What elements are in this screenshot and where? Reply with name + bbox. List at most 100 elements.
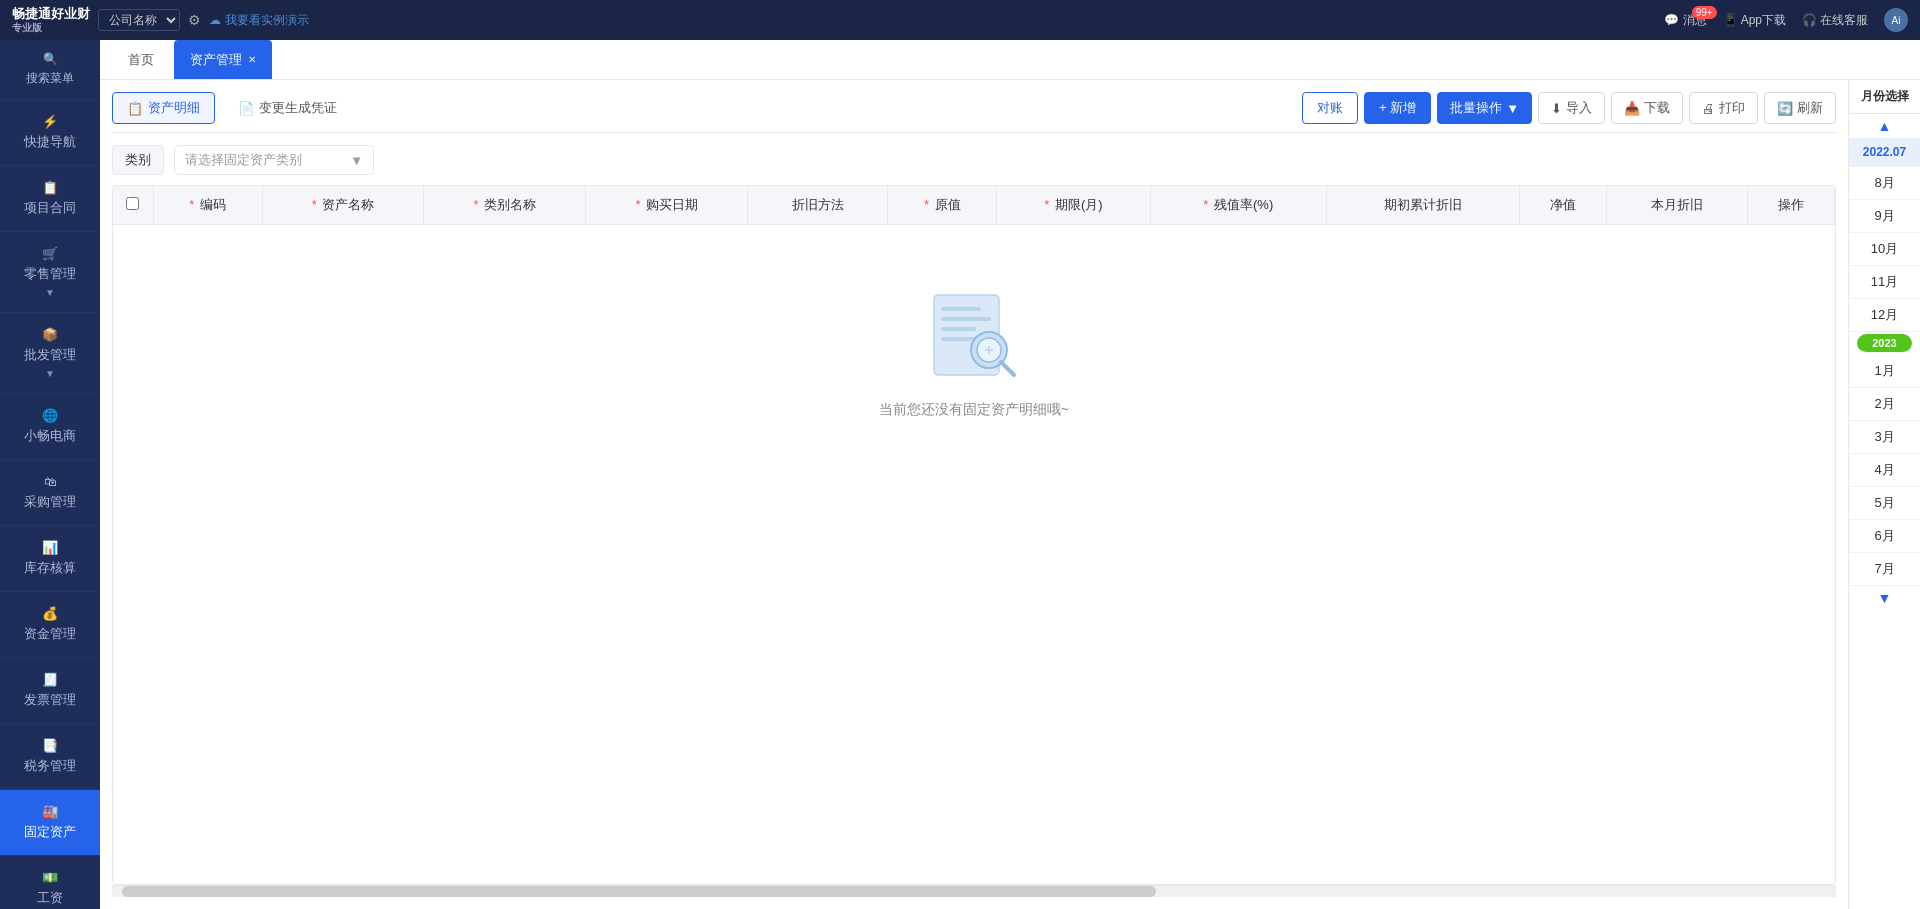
month-item-2023-3[interactable]: 3月 [1849, 421, 1920, 454]
svg-rect-2 [941, 317, 991, 321]
message-icon: 💬 [1664, 13, 1679, 27]
finance-icon: 💰 [42, 606, 58, 621]
month-item-2023-1[interactable]: 1月 [1849, 355, 1920, 388]
cloud-icon: ☁ [209, 13, 221, 27]
search-icon: 🔍 [43, 52, 58, 66]
settings-icon[interactable]: ⚙ [188, 12, 201, 28]
phone-icon: 📱 [1723, 13, 1738, 27]
tab-bar: 首页 资产管理 ✕ [100, 40, 1920, 80]
reconcile-button[interactable]: 对账 [1302, 92, 1358, 124]
empty-text: 当前您还没有固定资产明细哦~ [879, 401, 1069, 419]
month-panel-title: 月份选择 [1849, 80, 1920, 114]
sidebar: 🔍 搜索菜单 ⚡ 快捷导航 📋 项目合同 🛒 零售管理 ▼ 📦 批发管理 ▼ 🌐… [0, 40, 100, 909]
month-item-2023-7[interactable]: 7月 [1849, 553, 1920, 586]
th-checkbox [113, 186, 153, 225]
th-category: * 类别名称 [424, 186, 586, 225]
month-nav-down-button[interactable]: ▼ [1849, 586, 1920, 610]
subtab-change-voucher[interactable]: 📄 变更生成凭证 [223, 92, 352, 124]
th-net-value: 净值 [1520, 186, 1607, 225]
inventory-icon: 📊 [42, 540, 58, 555]
month-nav-up-button[interactable]: ▲ [1849, 114, 1920, 138]
th-code: * 编码 [153, 186, 262, 225]
month-item-9[interactable]: 9月 [1849, 200, 1920, 233]
fixed-assets-icon: 🏭 [42, 804, 58, 819]
retail-icon: 🛒 [42, 246, 58, 261]
sidebar-item-search[interactable]: 🔍 搜索菜单 [0, 40, 100, 100]
tab-close-icon[interactable]: ✕ [248, 54, 256, 65]
quick-nav-icon: ⚡ [42, 114, 58, 129]
company-dropdown[interactable]: 公司名称 [98, 9, 180, 31]
subtab-asset-detail[interactable]: 📋 资产明细 [112, 92, 215, 124]
sidebar-item-purchase[interactable]: 🛍 采购管理 [0, 460, 100, 526]
wholesale-icon: 📦 [42, 327, 58, 342]
batch-button[interactable]: 批量操作 ▼ [1437, 92, 1532, 124]
th-name: * 资产名称 [262, 186, 424, 225]
th-purchase-date: * 购买日期 [586, 186, 748, 225]
th-original-value: * 原值 [888, 186, 997, 225]
month-item-8[interactable]: 8月 [1849, 167, 1920, 200]
top-bar-left: 畅捷通好业财 专业版 公司名称 ⚙ ☁ 我要看实例演示 [12, 6, 1654, 34]
refresh-button[interactable]: 🔄 刷新 [1764, 92, 1836, 124]
sidebar-item-quick-nav[interactable]: ⚡ 快捷导航 [0, 100, 100, 166]
toolbar-right: 对账 + 新增 批量操作 ▼ ⬇ 导入 📥 下载 [1302, 92, 1836, 124]
print-icon: 🖨 [1702, 101, 1715, 116]
month-item-2023-2[interactable]: 2月 [1849, 388, 1920, 421]
year-2023-badge: 2023 [1857, 334, 1912, 353]
retail-arrow-icon: ▼ [45, 287, 55, 298]
message-badge: 99+ [1692, 6, 1717, 19]
select-all-checkbox[interactable] [126, 197, 139, 210]
content-area: 首页 资产管理 ✕ 📋 资产明细 📄 变更生成凭证 [100, 40, 1920, 909]
headset-icon: 🎧 [1802, 13, 1817, 27]
add-button[interactable]: + 新增 [1364, 92, 1431, 124]
svg-line-7 [1001, 362, 1014, 375]
sidebar-item-tax[interactable]: 📑 税务管理 [0, 724, 100, 790]
main-layout: 🔍 搜索菜单 ⚡ 快捷导航 📋 项目合同 🛒 零售管理 ▼ 📦 批发管理 ▼ 🌐… [0, 40, 1920, 909]
top-bar-right: 💬 消息 99+ 📱 App下载 🎧 在线客服 Ai [1664, 8, 1908, 32]
doc-icon: 📄 [238, 101, 254, 116]
month-item-2023-4[interactable]: 4月 [1849, 454, 1920, 487]
category-label: 类别 [112, 145, 164, 175]
sidebar-item-ecommerce[interactable]: 🌐 小畅电商 [0, 394, 100, 460]
month-item-11[interactable]: 11月 [1849, 266, 1920, 299]
top-bar: 畅捷通好业财 专业版 公司名称 ⚙ ☁ 我要看实例演示 💬 消息 99+ 📱 A… [0, 0, 1920, 40]
demo-link[interactable]: ☁ 我要看实例演示 [209, 12, 309, 29]
inner-content: 📋 资产明细 📄 变更生成凭证 对账 + 新增 批量操作 ▼ [100, 80, 1848, 909]
assets-table: * 编码 * 资产名称 * 类别名称 [113, 186, 1835, 479]
month-item-12[interactable]: 12月 [1849, 299, 1920, 332]
month-item-2023-6[interactable]: 6月 [1849, 520, 1920, 553]
online-service-button[interactable]: 🎧 在线客服 [1802, 12, 1868, 29]
table-header-row: * 编码 * 资产名称 * 类别名称 [113, 186, 1835, 225]
sidebar-item-retail[interactable]: 🛒 零售管理 ▼ [0, 232, 100, 313]
month-item-10[interactable]: 10月 [1849, 233, 1920, 266]
th-residual-rate: * 残值率(%) [1150, 186, 1327, 225]
print-button[interactable]: 🖨 打印 [1689, 92, 1758, 124]
import-button[interactable]: ⬇ 导入 [1538, 92, 1605, 124]
page-content: 📋 资产明细 📄 变更生成凭证 对账 + 新增 批量操作 ▼ [100, 80, 1920, 909]
sidebar-item-fixed-assets[interactable]: 🏭 固定资产 [0, 790, 100, 856]
sidebar-item-finance[interactable]: 💰 资金管理 [0, 592, 100, 658]
table-container: * 编码 * 资产名称 * 类别名称 [112, 185, 1836, 885]
download-button[interactable]: 📥 下载 [1611, 92, 1683, 124]
message-button[interactable]: 💬 消息 99+ [1664, 12, 1707, 29]
sidebar-item-salary[interactable]: 💵 工资 [0, 856, 100, 909]
download-icon: 📥 [1624, 101, 1640, 116]
app-title: 畅捷通好业财 专业版 [12, 6, 90, 34]
month-item-2023-5[interactable]: 5月 [1849, 487, 1920, 520]
tab-assets[interactable]: 资产管理 ✕ [174, 40, 272, 79]
th-period: * 期限(月) [997, 186, 1150, 225]
th-operation: 操作 [1747, 186, 1834, 225]
th-accumulated: 期初累计折旧 [1327, 186, 1520, 225]
category-select[interactable]: 请选择固定资产类别 ▼ [174, 145, 374, 175]
app-download-button[interactable]: 📱 App下载 [1723, 12, 1786, 29]
tab-home[interactable]: 首页 [112, 40, 170, 79]
batch-dropdown-icon: ▼ [1506, 101, 1519, 116]
sidebar-item-wholesale[interactable]: 📦 批发管理 ▼ [0, 313, 100, 394]
user-avatar[interactable]: Ai [1884, 8, 1908, 32]
bottom-scroll[interactable] [112, 885, 1836, 897]
import-icon: ⬇ [1551, 101, 1562, 116]
sidebar-item-invoice[interactable]: 🧾 发票管理 [0, 658, 100, 724]
month-item-current[interactable]: 2022.07 [1849, 138, 1920, 167]
sidebar-item-project[interactable]: 📋 项目合同 [0, 166, 100, 232]
th-monthly-depreciation: 本月折旧 [1607, 186, 1747, 225]
sidebar-item-inventory[interactable]: 📊 库存核算 [0, 526, 100, 592]
